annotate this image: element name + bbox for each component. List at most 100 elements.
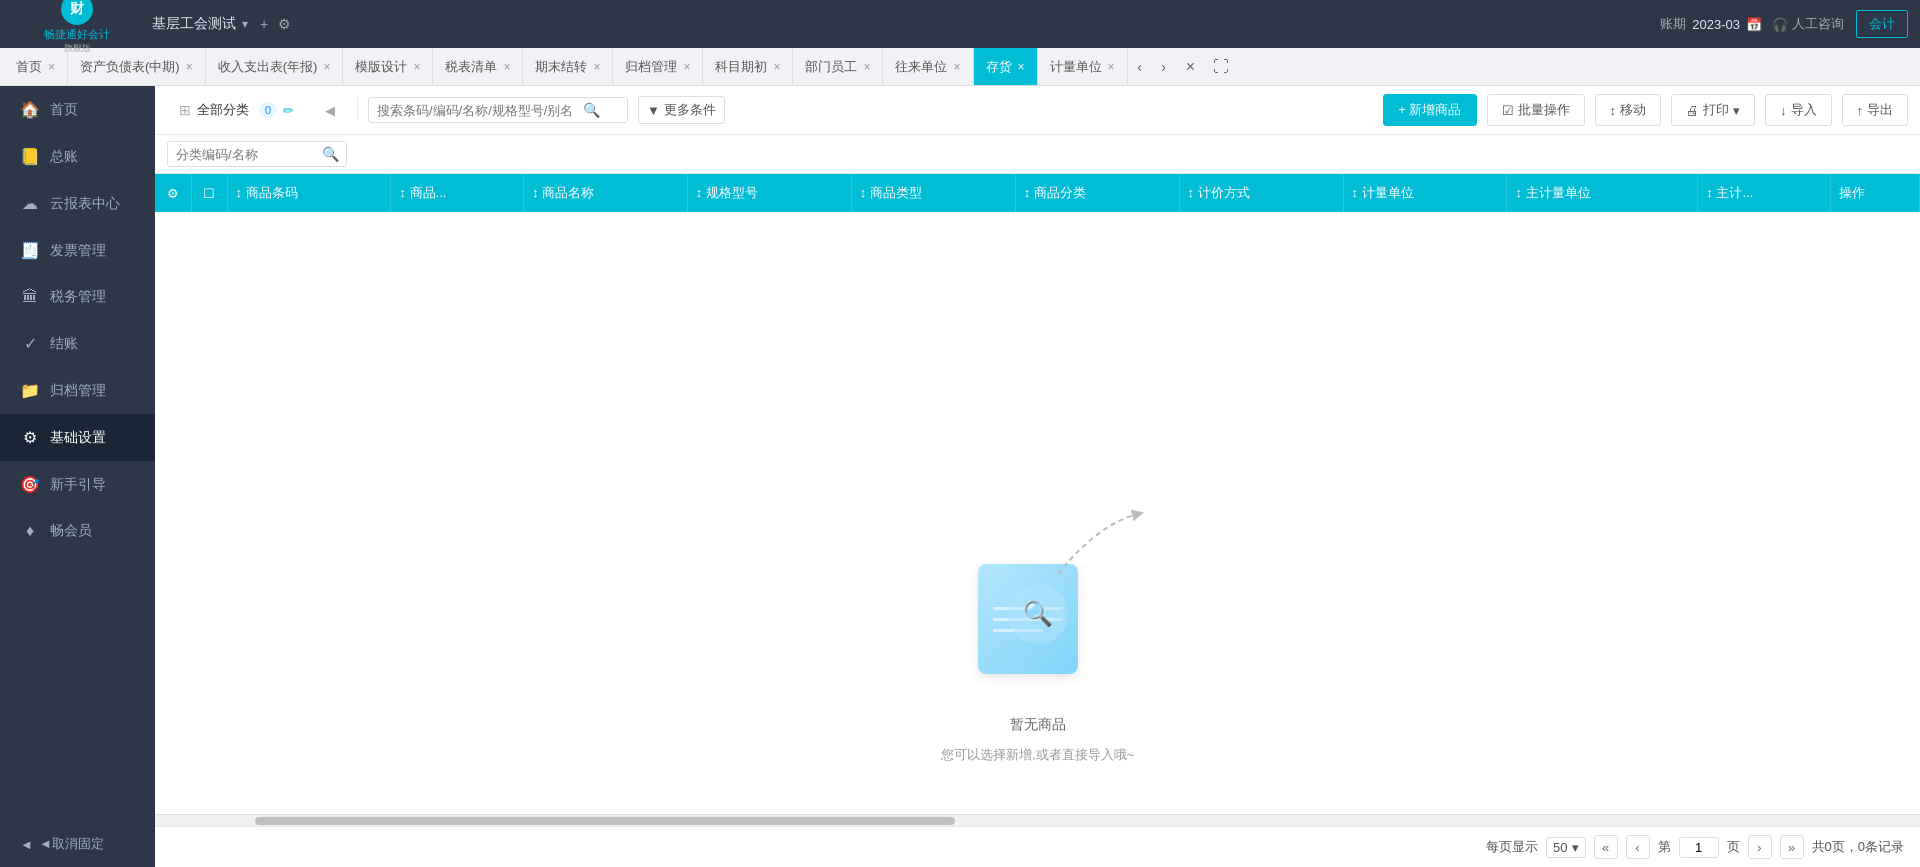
print-dropdown-icon[interactable]: ▾ (1733, 103, 1740, 118)
tab-close-subject[interactable]: × (773, 60, 780, 74)
print-btn[interactable]: 🖨 打印 ▾ (1671, 94, 1755, 126)
company-selector[interactable]: 基层工会测试 ▾ + ⚙ (152, 15, 1650, 33)
dashed-arrow-svg (1048, 504, 1148, 584)
tab-subject[interactable]: 科目期初 × (703, 48, 793, 86)
calendar-icon[interactable]: 📅 (1746, 17, 1762, 32)
add-tab-icon[interactable]: + (260, 16, 268, 32)
tab-tax[interactable]: 税表清单 × (433, 48, 523, 86)
customer-service-btn[interactable]: 🎧 人工咨询 (1772, 15, 1844, 33)
filter-more-btn[interactable]: ▼ 更多条件 (638, 96, 725, 124)
tab-close-all-btn[interactable]: × (1176, 48, 1206, 86)
company-dropdown-icon[interactable]: ▾ (242, 17, 248, 31)
tab-expand-btn[interactable]: ⛶ (1206, 48, 1236, 86)
th-type[interactable]: ↕ 商品类型 (851, 174, 1015, 212)
tab-archive[interactable]: 归档管理 × (613, 48, 703, 86)
horizontal-scrollbar[interactable] (155, 814, 1920, 826)
tab-close-unit[interactable]: × (1108, 60, 1115, 74)
tab-homepage[interactable]: 首页 × (4, 48, 68, 86)
tab-close-period[interactable]: × (593, 60, 600, 74)
tab-close-partner[interactable]: × (953, 60, 960, 74)
page-next-btn[interactable]: › (1748, 835, 1772, 859)
tax-icon: 🏛 (20, 288, 40, 306)
empty-desc: 您可以选择新增,或者直接导入哦~ (941, 746, 1134, 764)
collapse-icon[interactable]: ◀ (325, 103, 335, 118)
sidebar-item-invoice[interactable]: 🧾 发票管理 (0, 227, 155, 274)
th-spec[interactable]: ↕ 规格型号 (687, 174, 851, 212)
th-name[interactable]: ↕ 商品名称 (523, 174, 687, 212)
batch-operate-btn[interactable]: ☑ 批量操作 (1487, 94, 1585, 126)
th-unit[interactable]: ↕ 计量单位 (1343, 174, 1507, 212)
period-value: 2023-03 (1692, 17, 1740, 32)
settings-header-icon[interactable]: ⚙ (278, 16, 291, 32)
sidebar-pin-toggle[interactable]: ◄ ◄取消固定 (0, 821, 155, 867)
guide-icon: 🎯 (20, 475, 40, 494)
tab-close-dept[interactable]: × (863, 60, 870, 74)
page-label: 页 (1727, 838, 1740, 856)
th-barcode[interactable]: ↕ 商品条码 (227, 174, 391, 212)
sidebar-item-report[interactable]: ☁ 云报表中心 (0, 180, 155, 227)
sidebar-item-guide[interactable]: 🎯 新手引导 (0, 461, 155, 508)
logo-area: 财 畅捷通好会计 旗舰版 (12, 0, 142, 55)
import-btn[interactable]: ↓ 导入 (1765, 94, 1832, 126)
tab-prev-btn[interactable]: ‹ (1128, 48, 1152, 86)
batch-icon: ☑ (1502, 103, 1514, 118)
tab-template[interactable]: 模版设计 × (343, 48, 433, 86)
tab-close-inventory[interactable]: × (1018, 60, 1025, 74)
tab-income[interactable]: 收入支出表(年报) × (206, 48, 344, 86)
search-submit-icon[interactable]: 🔍 (583, 102, 600, 118)
tab-dept[interactable]: 部门员工 × (793, 48, 883, 86)
sidebar-item-member[interactable]: ♦ 畅会员 (0, 508, 155, 554)
sidebar-item-close[interactable]: ✓ 结账 (0, 320, 155, 367)
empty-state: 🔍 暂无商品 您可以选择新增,或者直 (155, 454, 1920, 814)
move-btn[interactable]: ↕ 移动 (1595, 94, 1662, 126)
sidebar-item-settings[interactable]: ⚙ 基础设置 (0, 414, 155, 461)
page-input[interactable] (1679, 837, 1719, 858)
th-main-unit2[interactable]: ↕ 主计... (1698, 174, 1831, 212)
category-edit-icon[interactable]: ✏ (283, 103, 294, 118)
sidebar-item-tax[interactable]: 🏛 税务管理 (0, 274, 155, 320)
empty-illustration: 🔍 (928, 504, 1148, 704)
tab-assets[interactable]: 资产负债表(中期) × (68, 48, 206, 86)
app-name: 畅捷通好会计 (44, 27, 110, 42)
category-search-icon[interactable]: 🔍 (322, 146, 339, 162)
per-page-select[interactable]: 50 ▾ (1546, 837, 1585, 858)
tab-close-income[interactable]: × (323, 60, 330, 74)
period-label: 账期 (1660, 15, 1686, 33)
account-button[interactable]: 会计 (1856, 10, 1908, 38)
export-btn[interactable]: ↑ 导出 (1842, 94, 1909, 126)
tab-close-assets[interactable]: × (186, 60, 193, 74)
th-settings[interactable]: ⚙ (155, 174, 191, 212)
th-check[interactable]: ☐ (191, 174, 227, 212)
th-category[interactable]: ↕ 商品分类 (1015, 174, 1179, 212)
new-product-btn[interactable]: + 新增商品 (1383, 94, 1476, 126)
tab-close-template[interactable]: × (413, 60, 420, 74)
tab-close-homepage[interactable]: × (48, 60, 55, 74)
th-main-unit[interactable]: ↕ 主计量单位 (1507, 174, 1698, 212)
sidebar-item-ledger[interactable]: 📒 总账 (0, 133, 155, 180)
product-table: ⚙ ☐ ↕ 商品条码 ↕ 商品... ↕ 商品名称 ↕ 规格型号 ↕ 商品类型 … (155, 174, 1920, 212)
th-operation: 操作 (1830, 174, 1919, 212)
move-icon: ↕ (1610, 103, 1617, 118)
tab-partner[interactable]: 往来单位 × (883, 48, 973, 86)
search-input-main[interactable] (377, 103, 577, 118)
tab-close-archive[interactable]: × (683, 60, 690, 74)
tab-unit[interactable]: 计量单位 × (1038, 48, 1128, 86)
th-price-method[interactable]: ↕ 计价方式 (1179, 174, 1343, 212)
tab-next-btn[interactable]: › (1152, 48, 1176, 86)
page-first-btn[interactable]: « (1594, 835, 1618, 859)
left-panel-header-area: ⊞ 全部分类 0 ✏ ◀ (167, 95, 347, 125)
category-search-input[interactable] (176, 147, 316, 162)
sidebar: 🏠 首页 📒 总账 ☁ 云报表中心 🧾 发票管理 🏛 税务管理 ✓ 结账 📁 归… (0, 86, 155, 867)
export-icon: ↑ (1857, 103, 1864, 118)
tab-inventory[interactable]: 存货 × (974, 48, 1038, 86)
page-prev-btn[interactable]: ‹ (1626, 835, 1650, 859)
page-last-btn[interactable]: » (1780, 835, 1804, 859)
toolbar: ⊞ 全部分类 0 ✏ ◀ 🔍 ▼ 更多条件 + 新增商品 ☑ 批量操作 (155, 86, 1920, 135)
sidebar-item-archive[interactable]: 📁 归档管理 (0, 367, 155, 414)
th-code[interactable]: ↕ 商品... (391, 174, 524, 212)
tab-period[interactable]: 期末结转 × (523, 48, 613, 86)
tab-close-tax[interactable]: × (503, 60, 510, 74)
import-icon: ↓ (1780, 103, 1787, 118)
sidebar-item-home[interactable]: 🏠 首页 (0, 86, 155, 133)
scrollbar-thumb[interactable] (255, 817, 955, 825)
